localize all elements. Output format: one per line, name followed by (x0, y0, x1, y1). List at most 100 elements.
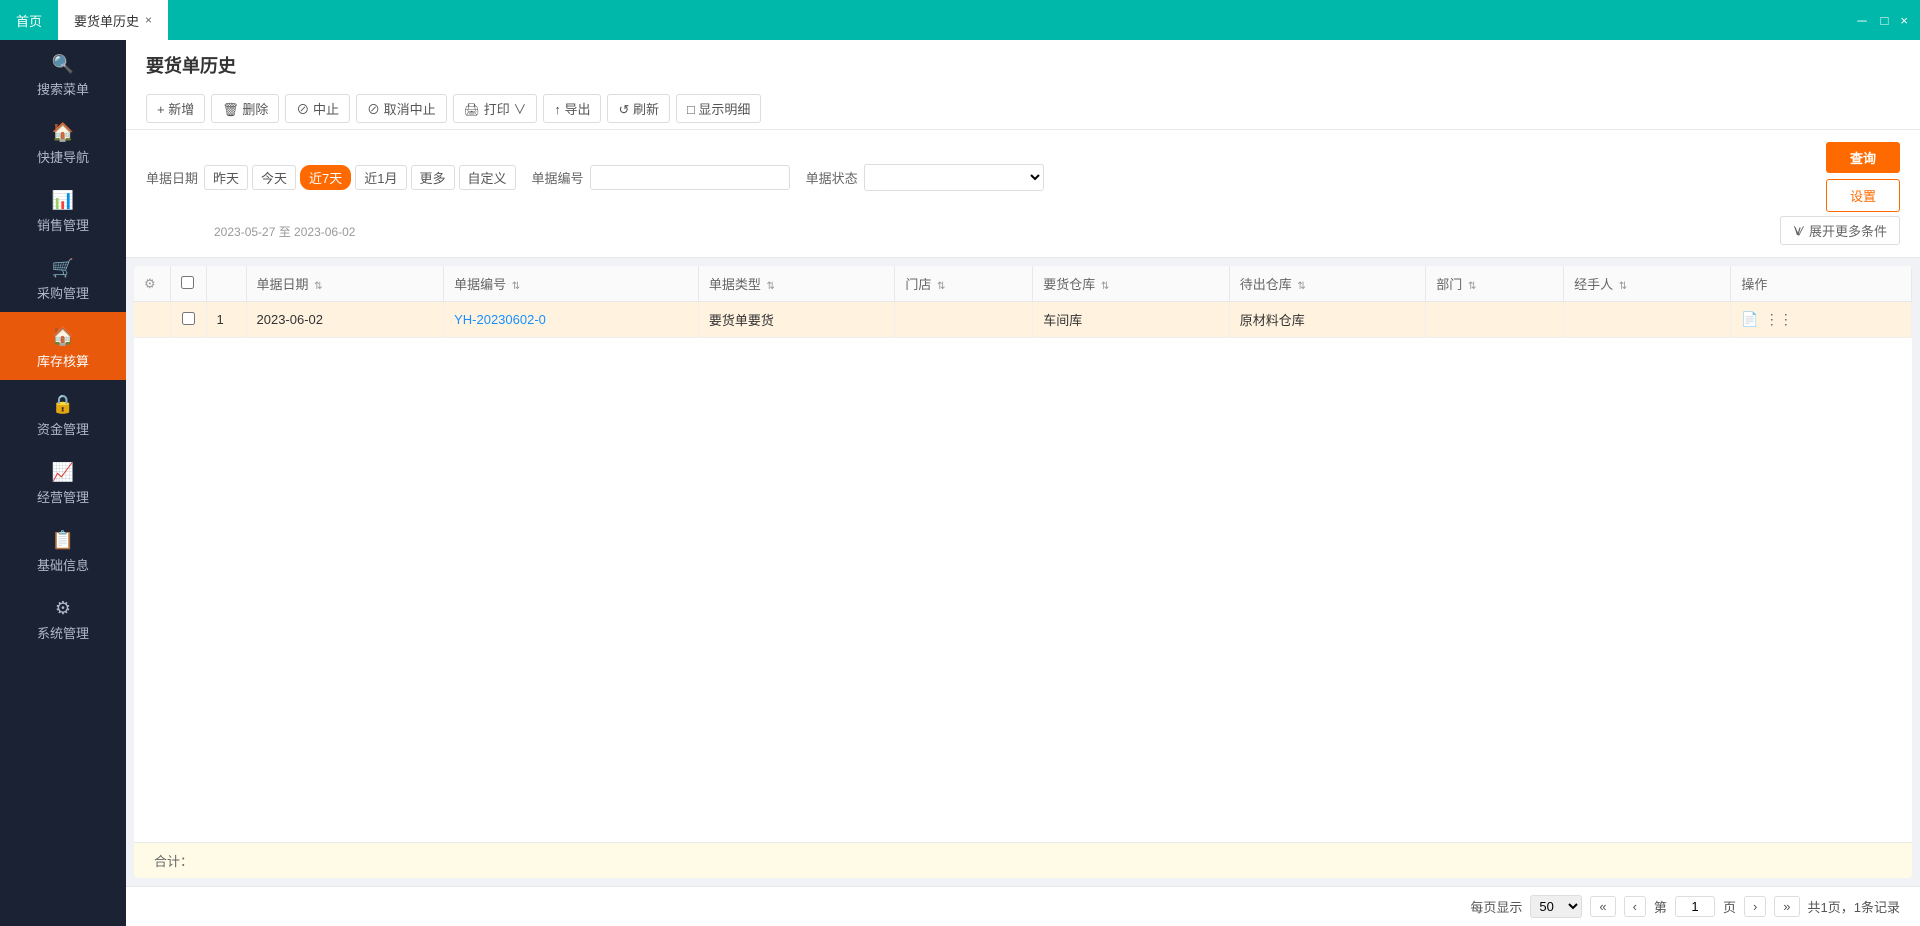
row-actions: 📄 ⋮⋮ (1731, 302, 1912, 338)
first-page-btn[interactable]: « (1590, 896, 1615, 917)
tab-home[interactable]: 首页 (0, 0, 58, 40)
stop-button[interactable]: ⊘ 中止 (285, 94, 350, 123)
row-seq: 1 (206, 302, 246, 338)
row-check[interactable] (170, 302, 206, 338)
sidebar-item-search-menu[interactable]: 🔍 搜索菜单 (0, 40, 126, 108)
col-dept[interactable]: 部门 ⇅ (1426, 266, 1564, 302)
status-select[interactable] (864, 164, 1044, 191)
sidebar-item-system[interactable]: ⚙ 系统管理 (0, 584, 126, 652)
sidebar-item-inventory-label: 库存核算 (37, 351, 89, 370)
sidebar-item-purchase[interactable]: 🛒 采购管理 (0, 244, 126, 312)
row-edit-icon[interactable]: 📄 (1741, 311, 1758, 328)
table-scroll[interactable]: ⚙ 单据日期 ⇅ 单据编号 (134, 266, 1912, 842)
new-button[interactable]: + 新增 (146, 94, 205, 123)
col-number[interactable]: 单据编号 ⇅ (444, 266, 699, 302)
col-date[interactable]: 单据日期 ⇅ (246, 266, 444, 302)
tab-history-label: 要货单历史 (74, 11, 139, 30)
page-title: 要货单历史 (146, 52, 1900, 78)
doc-number-input[interactable] (590, 165, 790, 190)
sidebar-item-finance[interactable]: 🔒 资金管理 (0, 380, 126, 448)
date-btn-custom[interactable]: 自定义 (459, 165, 516, 190)
row-number[interactable]: YH-20230602-0 (444, 302, 699, 338)
table-header-row: ⚙ 单据日期 ⇅ 单据编号 (134, 266, 1912, 302)
page-label: 第 (1654, 897, 1667, 916)
col-type[interactable]: 单据类型 ⇅ (698, 266, 895, 302)
cancel-stop-button[interactable]: ⊘ 取消中止 (356, 94, 447, 123)
next-page-btn[interactable]: › (1744, 896, 1766, 917)
page-input[interactable] (1675, 896, 1715, 917)
row-type: 要货单要货 (698, 302, 895, 338)
date-btn-last7[interactable]: 近7天 (300, 165, 351, 190)
delete-button-label: 🗑 删除 (222, 99, 268, 118)
row-settings (134, 302, 170, 338)
basic-info-icon: 📋 (52, 530, 74, 551)
sidebar-item-basic-info[interactable]: 📋 基础信息 (0, 516, 126, 584)
date-btn-more[interactable]: 更多 (411, 165, 455, 190)
print-button[interactable]: 🖨 打印 ∨ (453, 94, 538, 123)
doc-number-filter-group: 单据编号 (532, 165, 790, 190)
window-close[interactable]: × (1900, 13, 1908, 28)
stop-button-label: ⊘ 中止 (296, 99, 339, 118)
show-detail-button[interactable]: □ 显示明细 (676, 94, 761, 123)
date-btn-yesterday[interactable]: 昨天 (204, 165, 248, 190)
last-page-btn[interactable]: » (1774, 896, 1799, 917)
sort-type-icon: ⇅ (766, 281, 774, 292)
print-button-label: 🖨 打印 ∨ (464, 99, 527, 118)
new-button-label: + 新增 (157, 99, 194, 118)
query-button[interactable]: 查询 (1826, 142, 1900, 173)
row-checkbox-0[interactable] (182, 312, 195, 325)
table-settings-icon[interactable]: ⚙ (144, 276, 156, 291)
col-check[interactable] (170, 266, 206, 302)
total-info: 共1页，1条记录 (1808, 897, 1900, 916)
sidebar-item-quick-nav-label: 快捷导航 (37, 147, 89, 166)
date-btn-last1month[interactable]: 近1月 (355, 165, 406, 190)
sidebar-item-system-label: 系统管理 (37, 623, 89, 642)
sidebar-item-quick-nav[interactable]: 🏠 快捷导航 (0, 108, 126, 176)
expand-filter-button[interactable]: ∨ ∨ 展开更多条件 (1780, 216, 1900, 245)
col-handler[interactable]: 经手人 ⇅ (1564, 266, 1731, 302)
row-pending-warehouse: 原材料仓库 (1229, 302, 1426, 338)
setting-button[interactable]: 设置 (1826, 179, 1900, 212)
tab-history-close[interactable]: × (145, 13, 152, 27)
row-handler (1564, 302, 1731, 338)
footer-total-label: 合计： (154, 854, 193, 869)
row-delete-icon[interactable]: ⋮⋮ (1765, 311, 1793, 328)
window-minimize[interactable]: － (1856, 11, 1869, 30)
tab-home-label: 首页 (16, 11, 42, 30)
col-store[interactable]: 门店 ⇅ (895, 266, 1033, 302)
prev-page-btn[interactable]: ‹ (1624, 896, 1646, 917)
col-req-warehouse[interactable]: 要货仓库 ⇅ (1033, 266, 1230, 302)
sidebar-item-operations[interactable]: 📈 经营管理 (0, 448, 126, 516)
table-area: ⚙ 单据日期 ⇅ 单据编号 (134, 266, 1912, 878)
col-pending-warehouse[interactable]: 待出仓库 ⇅ (1229, 266, 1426, 302)
delete-button[interactable]: 🗑 删除 (211, 94, 279, 123)
doc-number-label: 单据编号 (532, 168, 584, 187)
col-settings[interactable]: ⚙ (134, 266, 170, 302)
per-page-select[interactable]: 50 10 20 100 (1530, 895, 1582, 918)
sort-number-icon: ⇅ (512, 281, 520, 292)
check-all[interactable] (181, 276, 194, 289)
main-layout: 🔍 搜索菜单 🏠 快捷导航 📊 销售管理 🛒 采购管理 🏠 库存核算 🔒 资金管… (0, 40, 1920, 926)
quick-nav-icon: 🏠 (52, 122, 74, 143)
tab-history[interactable]: 要货单历史 × (58, 0, 168, 40)
sidebar-item-basic-info-label: 基础信息 (37, 555, 89, 574)
date-filter-group: 单据日期 昨天 今天 近7天 近1月 (146, 165, 516, 190)
filter-area: 单据日期 昨天 今天 近7天 近1月 (126, 130, 1920, 258)
sidebar-item-sales[interactable]: 📊 销售管理 (0, 176, 126, 244)
sidebar-item-inventory[interactable]: 🏠 库存核算 (0, 312, 126, 380)
search-menu-icon: 🔍 (52, 54, 74, 75)
table-body: 1 2023-06-02 YH-20230602-0 要货单要货 车间库 原材料… (134, 302, 1912, 338)
filter-row: 单据日期 昨天 今天 近7天 近1月 (146, 142, 1900, 212)
per-page-label: 每页显示 (1470, 897, 1522, 916)
row-number-link[interactable]: YH-20230602-0 (454, 312, 546, 327)
sort-dept-icon: ⇅ (1468, 281, 1476, 292)
refresh-button[interactable]: ↺ 刷新 (607, 94, 670, 123)
cancel-stop-button-label: ⊘ 取消中止 (367, 99, 436, 118)
row-date: 2023-06-02 (246, 302, 444, 338)
finance-icon: 🔒 (52, 394, 74, 415)
window-maximize[interactable]: □ (1881, 13, 1889, 28)
export-button[interactable]: ↑ 导出 (543, 94, 601, 123)
date-btn-today[interactable]: 今天 (252, 165, 296, 190)
export-button-label: ↑ 导出 (554, 99, 590, 118)
purchase-icon: 🛒 (52, 258, 74, 279)
